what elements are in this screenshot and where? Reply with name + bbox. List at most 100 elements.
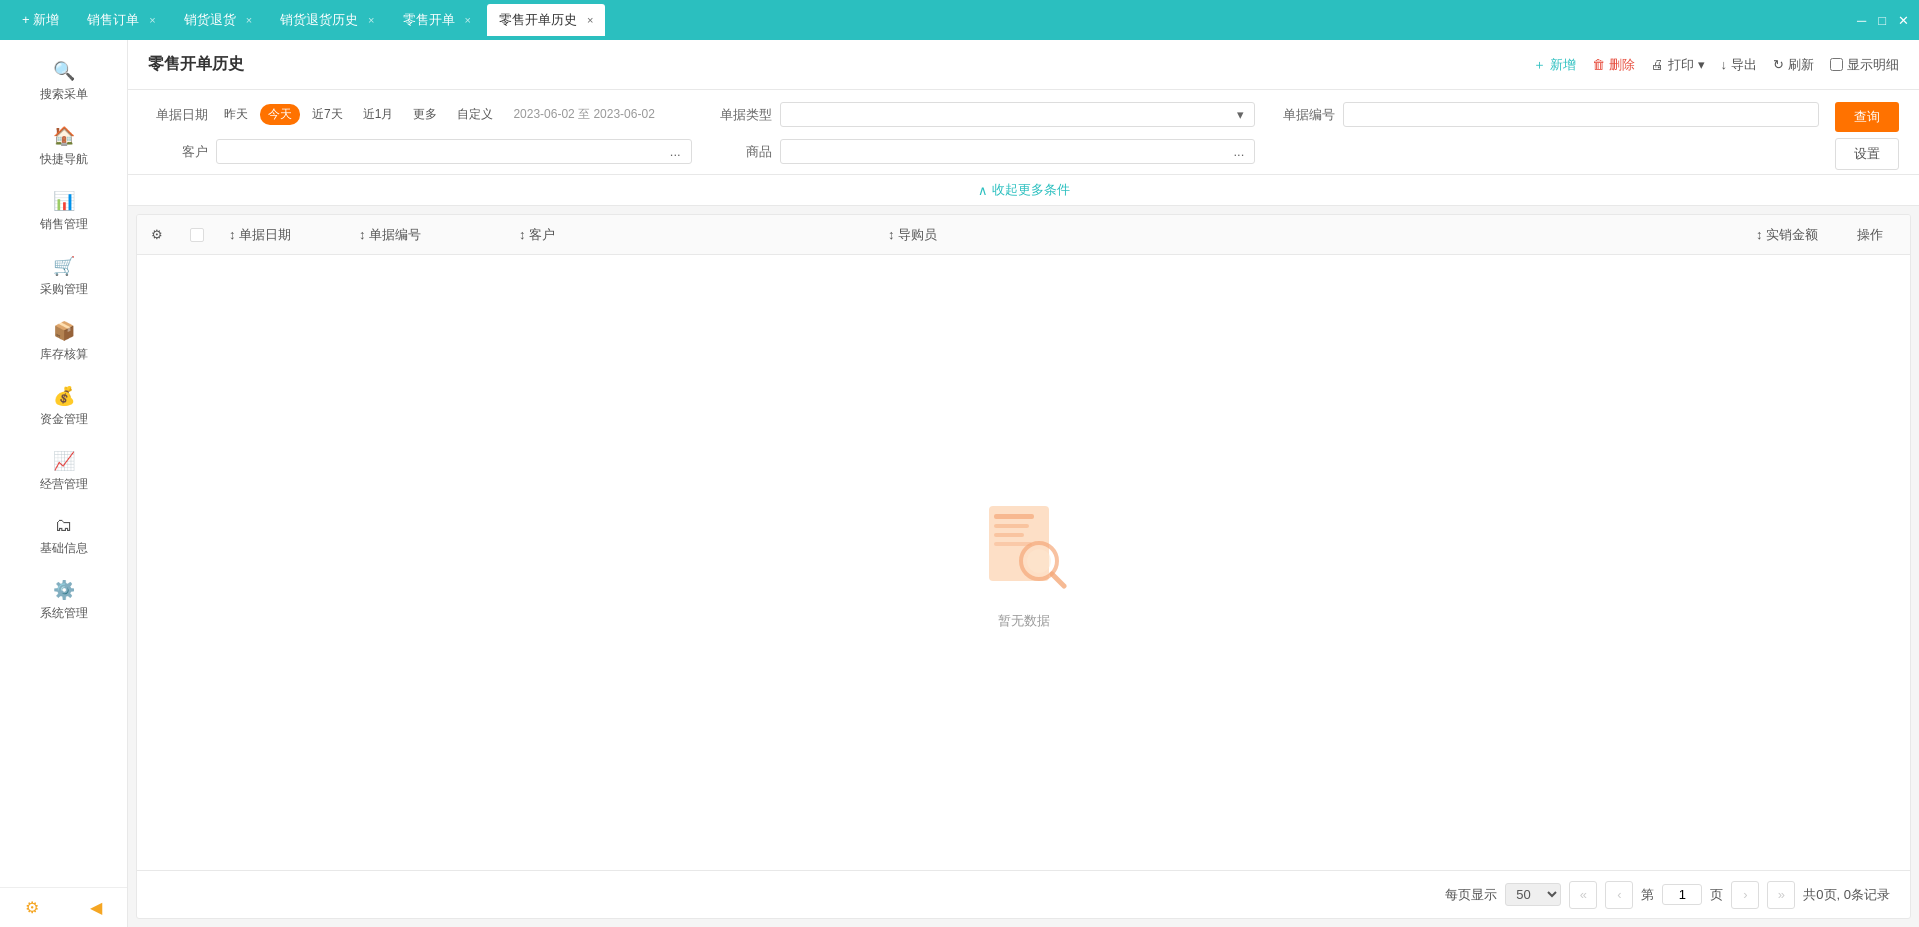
page-suffix: 页 bbox=[1710, 886, 1723, 904]
tab-retail-bill[interactable]: 零售开单 × bbox=[391, 4, 483, 36]
th-settings[interactable]: ⚙ bbox=[137, 227, 177, 242]
select-all-checkbox[interactable] bbox=[190, 228, 204, 242]
current-page-input[interactable] bbox=[1662, 884, 1702, 905]
th-bill-no-label: ↕ 单据编号 bbox=[359, 226, 421, 244]
sidebar-item-label: 搜索采单 bbox=[40, 86, 88, 103]
th-customer[interactable]: ↕ 客户 bbox=[507, 226, 876, 244]
bill-no-input[interactable] bbox=[1343, 102, 1819, 127]
date-tab-1month[interactable]: 近1月 bbox=[355, 104, 402, 125]
export-button[interactable]: ↓ 导出 bbox=[1721, 56, 1758, 74]
table-header: ⚙ ↕ 单据日期 ↕ 单据编号 ↕ 客户 ↕ 导购员 bbox=[137, 215, 1910, 255]
filter-goods: 商品 ... bbox=[712, 139, 1256, 164]
finance-icon: 💰 bbox=[53, 385, 75, 407]
th-amount[interactable]: ↕ 实销金额 bbox=[1710, 226, 1830, 244]
date-tabs: 昨天 今天 近7天 近1月 更多 自定义 bbox=[216, 104, 501, 125]
filter-customer: 客户 ... bbox=[148, 139, 692, 164]
add-label: 新增 bbox=[1550, 56, 1576, 74]
home-icon: 🏠 bbox=[53, 125, 75, 147]
tab-sales-return[interactable]: 销货退货 × bbox=[172, 4, 264, 36]
refresh-label: 刷新 bbox=[1788, 56, 1814, 74]
date-tab-7days[interactable]: 近7天 bbox=[304, 104, 351, 125]
sidebar-item-label: 经营管理 bbox=[40, 476, 88, 493]
close-icon[interactable]: × bbox=[246, 14, 252, 26]
first-page-button[interactable]: « bbox=[1569, 881, 1597, 909]
empty-text: 暂无数据 bbox=[998, 612, 1050, 630]
display-detail-checkbox-container[interactable]: 显示明细 bbox=[1830, 56, 1899, 74]
display-detail-checkbox[interactable] bbox=[1830, 58, 1843, 71]
tab-retail-history[interactable]: 零售开单历史 × bbox=[487, 4, 605, 36]
bill-type-select[interactable]: ▾ bbox=[780, 102, 1256, 127]
date-tab-more[interactable]: 更多 bbox=[405, 104, 445, 125]
th-checkbox[interactable] bbox=[177, 228, 217, 242]
goods-label: 商品 bbox=[712, 143, 772, 161]
prev-page-icon: ‹ bbox=[1617, 887, 1621, 902]
sidebar: 🔍 搜索采单 🏠 快捷导航 📊 销售管理 🛒 采购管理 📦 库存核算 💰 资金管… bbox=[0, 40, 128, 927]
date-tab-today[interactable]: 今天 bbox=[260, 104, 300, 125]
maximize-button[interactable]: □ bbox=[1878, 13, 1886, 28]
sidebar-item-inventory[interactable]: 📦 库存核算 bbox=[0, 308, 127, 373]
sidebar-item-quicknav[interactable]: 🏠 快捷导航 bbox=[0, 113, 127, 178]
top-navigation: + 新增 销售订单 × 销货退货 × 销货退货历史 × 零售开单 × 零售开单历… bbox=[0, 0, 1919, 40]
date-label: 单据日期 bbox=[148, 106, 208, 124]
svg-rect-2 bbox=[994, 524, 1029, 528]
bill-type-label: 单据类型 bbox=[712, 106, 772, 124]
filter-bill-no: 单据编号 bbox=[1275, 102, 1819, 127]
date-tab-yesterday[interactable]: 昨天 bbox=[216, 104, 256, 125]
customer-label: 客户 bbox=[148, 143, 208, 161]
last-page-button[interactable]: » bbox=[1767, 881, 1795, 909]
tab-home[interactable]: + 新增 bbox=[10, 4, 71, 36]
close-icon[interactable]: × bbox=[149, 14, 155, 26]
collapse-sidebar-button[interactable]: ◀ bbox=[90, 898, 102, 917]
sidebar-item-finance[interactable]: 💰 资金管理 bbox=[0, 373, 127, 438]
goods-select[interactable]: ... bbox=[780, 139, 1256, 164]
close-icon[interactable]: × bbox=[368, 14, 374, 26]
th-bill-no[interactable]: ↕ 单据编号 bbox=[347, 226, 507, 244]
date-tab-custom[interactable]: 自定义 bbox=[449, 104, 501, 125]
settings-bottom-icon[interactable]: ⚙ bbox=[25, 898, 39, 917]
sidebar-item-search[interactable]: 🔍 搜索采单 bbox=[0, 48, 127, 113]
th-guide-label: ↕ 导购员 bbox=[888, 226, 937, 244]
display-detail-label: 显示明细 bbox=[1847, 56, 1899, 74]
close-icon[interactable]: × bbox=[587, 14, 593, 26]
sidebar-item-basic-info[interactable]: 🗂 基础信息 bbox=[0, 503, 127, 567]
tab-sales-return-history[interactable]: 销货退货历史 × bbox=[268, 4, 386, 36]
tab-label: 零售开单历史 bbox=[499, 11, 577, 29]
goods-ellipsis: ... bbox=[1233, 144, 1244, 159]
filter-bill-type: 单据类型 ▾ bbox=[712, 102, 1256, 127]
print-button[interactable]: 🖨 打印 ▾ bbox=[1651, 56, 1705, 74]
customer-select[interactable]: ... bbox=[216, 139, 692, 164]
th-guide[interactable]: ↕ 导购员 bbox=[876, 226, 996, 244]
sidebar-item-label: 资金管理 bbox=[40, 411, 88, 428]
collapse-more-conditions[interactable]: ∧ 收起更多条件 bbox=[128, 175, 1919, 206]
th-date[interactable]: ↕ 单据日期 bbox=[217, 226, 347, 244]
operations-icon: 📈 bbox=[53, 450, 75, 472]
svg-rect-1 bbox=[994, 514, 1034, 519]
column-settings-icon: ⚙ bbox=[151, 227, 163, 242]
prev-page-button[interactable]: ‹ bbox=[1605, 881, 1633, 909]
add-button[interactable]: ＋ 新增 bbox=[1533, 56, 1576, 74]
sidebar-item-sales[interactable]: 📊 销售管理 bbox=[0, 178, 127, 243]
sidebar-item-purchase[interactable]: 🛒 采购管理 bbox=[0, 243, 127, 308]
per-page-select[interactable]: 20 50 100 bbox=[1505, 883, 1561, 906]
setting-button[interactable]: 设置 bbox=[1835, 138, 1899, 170]
close-icon[interactable]: × bbox=[465, 14, 471, 26]
sidebar-item-operations[interactable]: 📈 经营管理 bbox=[0, 438, 127, 503]
empty-state: 暂无数据 bbox=[137, 255, 1910, 870]
minimize-button[interactable]: ─ bbox=[1857, 13, 1866, 28]
refresh-button[interactable]: ↻ 刷新 bbox=[1773, 56, 1814, 74]
print-dropdown-icon: ▾ bbox=[1698, 57, 1705, 72]
next-page-button[interactable]: › bbox=[1731, 881, 1759, 909]
tab-label: 销售订单 bbox=[87, 11, 139, 29]
date-range-value: 2023-06-02 至 2023-06-02 bbox=[513, 106, 654, 123]
print-label: 打印 bbox=[1668, 56, 1694, 74]
sidebar-item-label: 基础信息 bbox=[40, 540, 88, 557]
content-area: 零售开单历史 ＋ 新增 🗑 删除 🖨 打印 ▾ ↓ 导出 bbox=[128, 40, 1919, 927]
inventory-icon: 📦 bbox=[53, 320, 75, 342]
tab-sales-order[interactable]: 销售订单 × bbox=[75, 4, 167, 36]
export-label: 导出 bbox=[1731, 56, 1757, 74]
close-window-button[interactable]: ✕ bbox=[1898, 13, 1909, 28]
sidebar-item-system[interactable]: ⚙️ 系统管理 bbox=[0, 567, 127, 632]
query-button[interactable]: 查询 bbox=[1835, 102, 1899, 132]
customer-ellipsis: ... bbox=[670, 144, 681, 159]
delete-button[interactable]: 🗑 删除 bbox=[1592, 56, 1635, 74]
